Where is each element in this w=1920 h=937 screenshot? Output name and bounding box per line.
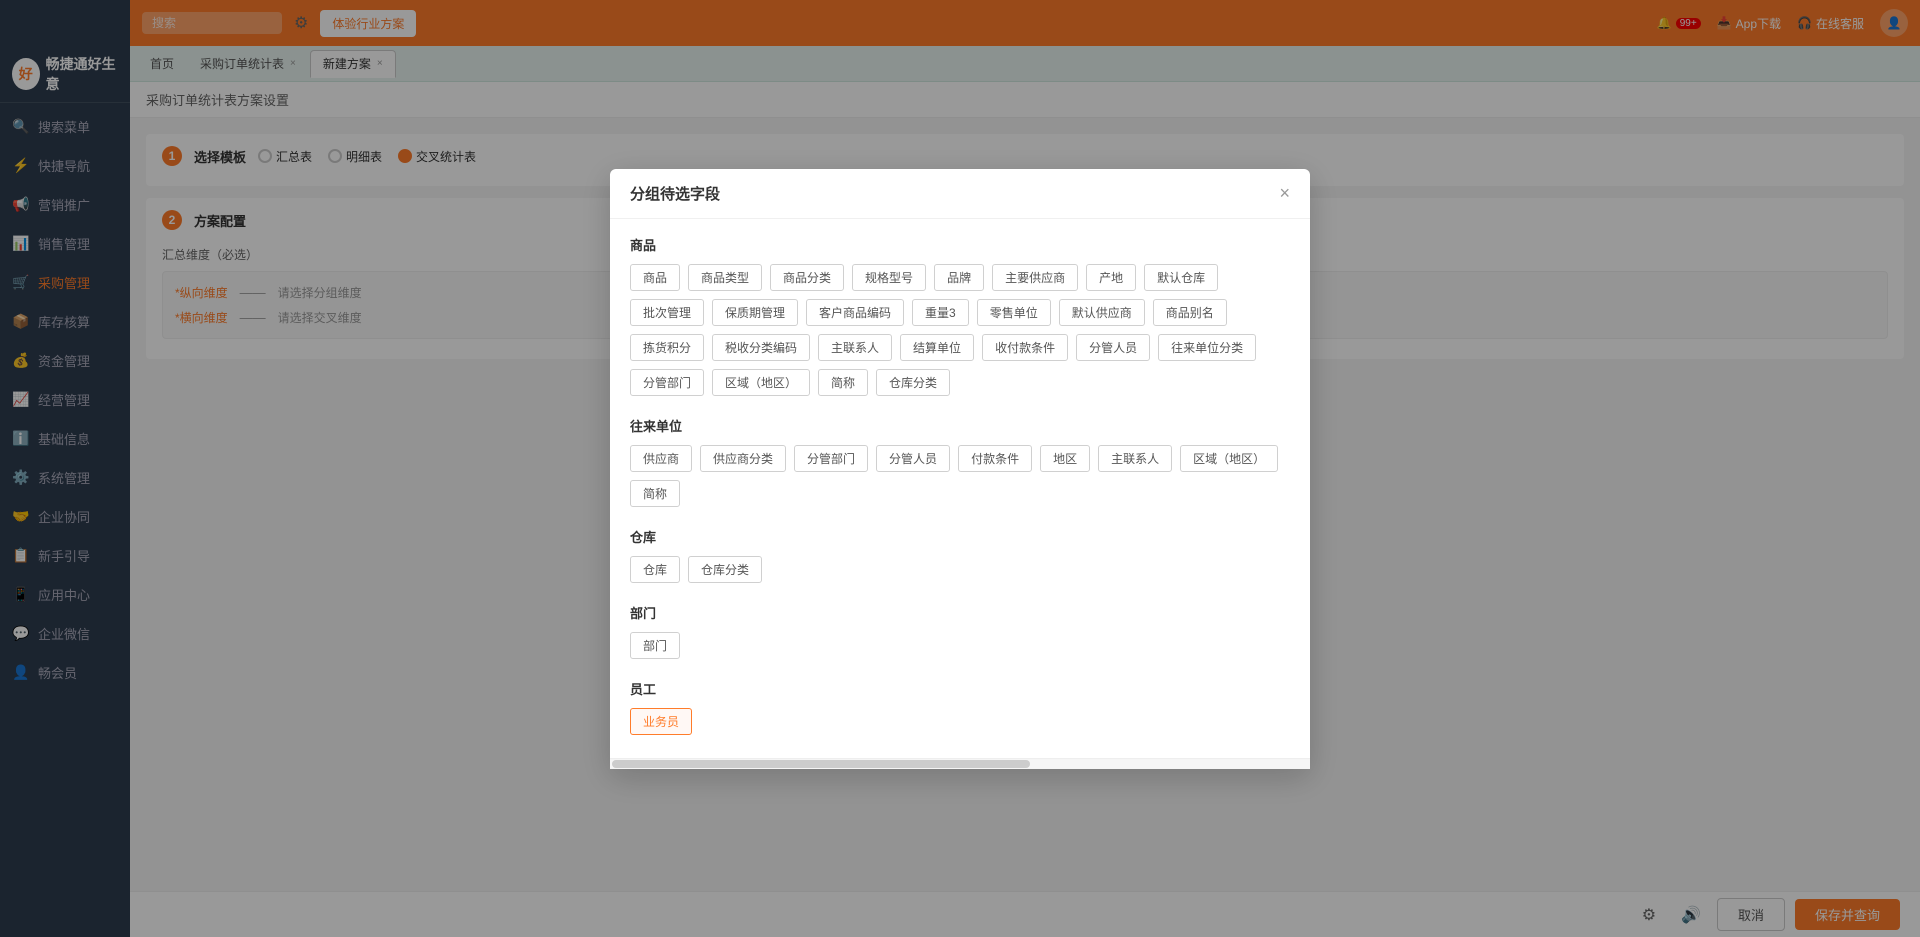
- field-section-partner: 往来单位供应商供应商分类分管部门分管人员付款条件地区主联系人区域（地区） 简称: [630, 416, 1290, 507]
- field-tag-customer_code[interactable]: 客户商品编码: [806, 299, 904, 326]
- field-tag-manage_dept2[interactable]: 分管部门: [794, 445, 868, 472]
- field-tag-short_name[interactable]: 简称: [818, 369, 868, 396]
- field-tag-retail_unit[interactable]: 零售单位: [977, 299, 1051, 326]
- field-tag-pick_points[interactable]: 拣货积分: [630, 334, 704, 361]
- field-tag-manage_dept[interactable]: 分管部门: [630, 369, 704, 396]
- field-section-goods: 商品商品商品类型商品分类规格型号品牌主要供应商产地默认仓库批次管理保质期管理客户…: [630, 235, 1290, 396]
- modal-overlay: 分组待选字段 × 商品商品商品类型商品分类规格型号品牌主要供应商产地默认仓库批次…: [0, 0, 1920, 937]
- field-tag-warehouse[interactable]: 仓库: [630, 556, 680, 583]
- field-tag-main_supplier[interactable]: 主要供应商: [992, 264, 1078, 291]
- field-tag-main_contact2[interactable]: 主联系人: [1098, 445, 1172, 472]
- field-tag-payment_condition[interactable]: 付款条件: [958, 445, 1032, 472]
- field-section-department: 部门部门: [630, 603, 1290, 659]
- field-section-warehouse: 仓库仓库仓库分类: [630, 527, 1290, 583]
- field-tag-from_unit_category[interactable]: 往来单位分类: [1158, 334, 1256, 361]
- field-tag-region2[interactable]: 地区: [1040, 445, 1090, 472]
- field-tags-warehouse: 仓库仓库分类: [630, 556, 1290, 583]
- field-section-employee: 员工业务员: [630, 679, 1290, 735]
- field-tag-quality_manage[interactable]: 保质期管理: [712, 299, 798, 326]
- field-section-title-employee: 员工: [630, 679, 1290, 698]
- field-section-title-warehouse: 仓库: [630, 527, 1290, 546]
- field-tag-default_warehouse[interactable]: 默认仓库: [1144, 264, 1218, 291]
- field-tag-default_supplier[interactable]: 默认供应商: [1059, 299, 1145, 326]
- field-tag-manager[interactable]: 分管人员: [1076, 334, 1150, 361]
- field-tag-weight3[interactable]: 重量3: [912, 299, 969, 326]
- field-section-title-goods: 商品: [630, 235, 1290, 254]
- field-tag-manager2[interactable]: 分管人员: [876, 445, 950, 472]
- modal-scrollbar-thumb: [612, 760, 1030, 768]
- field-tag-goods_type[interactable]: 商品类型: [688, 264, 762, 291]
- field-tag-supplier_category[interactable]: 供应商分类: [700, 445, 786, 472]
- field-tag-origin[interactable]: 产地: [1086, 264, 1136, 291]
- field-tag-goods_category[interactable]: 商品分类: [770, 264, 844, 291]
- field-tags-employee: 业务员: [630, 708, 1290, 735]
- modal-scrollbar: [610, 758, 1310, 768]
- field-tags-department: 部门: [630, 632, 1290, 659]
- field-tag-brand[interactable]: 品牌: [934, 264, 984, 291]
- field-tags-partner: 供应商供应商分类分管部门分管人员付款条件地区主联系人区域（地区） 简称: [630, 445, 1290, 507]
- field-tag-goods[interactable]: 商品: [630, 264, 680, 291]
- modal-title: 分组待选字段: [630, 183, 720, 204]
- field-tag-warehouse_category[interactable]: 仓库分类: [876, 369, 950, 396]
- field-tag-batch_manage[interactable]: 批次管理: [630, 299, 704, 326]
- field-tag-region3[interactable]: 区域（地区）: [1180, 445, 1278, 472]
- field-tags-goods: 商品商品类型商品分类规格型号品牌主要供应商产地默认仓库批次管理保质期管理客户商品…: [630, 264, 1290, 396]
- field-tag-tax_category_code[interactable]: 税收分类编码: [712, 334, 810, 361]
- modal-header: 分组待选字段 ×: [610, 169, 1310, 219]
- field-tag-settle_unit[interactable]: 结算单位: [900, 334, 974, 361]
- field-tag-spec_model[interactable]: 规格型号: [852, 264, 926, 291]
- modal-close-button[interactable]: ×: [1279, 184, 1290, 202]
- field-section-title-department: 部门: [630, 603, 1290, 622]
- field-tag-payment_terms[interactable]: 收付款条件: [982, 334, 1068, 361]
- field-tag-short_name2[interactable]: 简称: [630, 480, 680, 507]
- field-tag-main_contact[interactable]: 主联系人: [818, 334, 892, 361]
- field-tag-region[interactable]: 区域（地区）: [712, 369, 810, 396]
- field-section-title-partner: 往来单位: [630, 416, 1290, 435]
- field-tag-warehouse_cat[interactable]: 仓库分类: [688, 556, 762, 583]
- field-tag-dept[interactable]: 部门: [630, 632, 680, 659]
- field-tag-supplier[interactable]: 供应商: [630, 445, 692, 472]
- modal-dialog: 分组待选字段 × 商品商品商品类型商品分类规格型号品牌主要供应商产地默认仓库批次…: [610, 169, 1310, 769]
- field-tag-salesperson[interactable]: 业务员: [630, 708, 692, 735]
- modal-body[interactable]: 商品商品商品类型商品分类规格型号品牌主要供应商产地默认仓库批次管理保质期管理客户…: [610, 219, 1310, 759]
- field-tag-goods_alias[interactable]: 商品别名: [1153, 299, 1227, 326]
